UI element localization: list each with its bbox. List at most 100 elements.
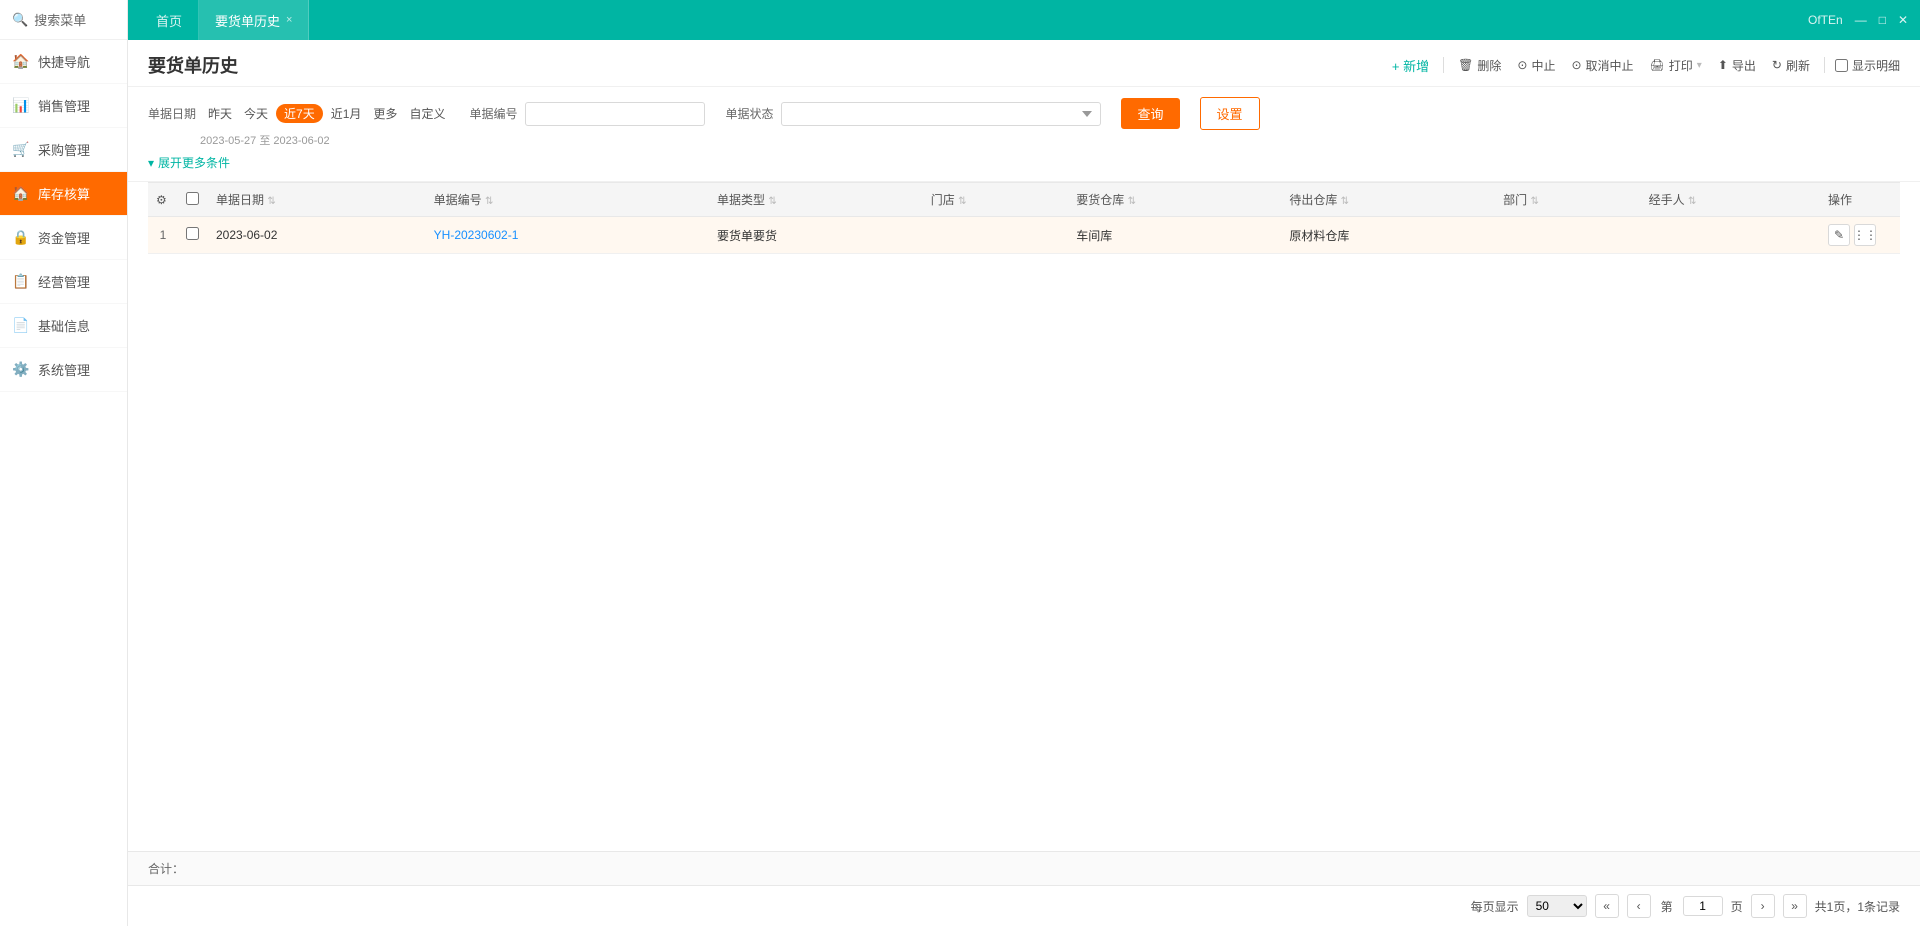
select-all-checkbox[interactable] [186, 192, 199, 205]
query-button[interactable]: 查询 [1121, 98, 1179, 129]
row-store [923, 217, 1069, 254]
sort-doc-date-icon: ⇅ [267, 196, 275, 207]
row-pending-warehouse: 原材料仓库 [1281, 217, 1495, 254]
add-button[interactable]: + 新增 [1388, 54, 1433, 77]
status-filter-group: 单据状态 [725, 102, 1101, 126]
sort-handler-icon: ⇅ [1688, 196, 1696, 207]
col-handler-header[interactable]: 经手人 ⇅ [1641, 183, 1820, 217]
sidebar-search[interactable]: 🔍 搜索菜单 [0, 0, 127, 40]
date-shortcut-更多[interactable]: 更多 [369, 104, 401, 123]
page-size-select[interactable]: 50 100 200 [1527, 895, 1587, 917]
display-detail-checkbox[interactable] [1835, 59, 1848, 72]
page-title: 要货单历史 [148, 52, 238, 78]
row-department [1495, 217, 1641, 254]
sidebar-item-basic-info[interactable]: 📄 基础信息 [0, 304, 127, 348]
row-doc-no: YH-20230602-1 [426, 217, 709, 254]
cancel-suspend-icon: ⊙ [1571, 58, 1581, 72]
close-btn[interactable]: ✕ [1898, 13, 1908, 27]
print-icon: 🖨 [1650, 58, 1665, 72]
sidebar-label-purchase: 采购管理 [38, 140, 90, 159]
date-shortcut-自定义[interactable]: 自定义 [405, 104, 449, 123]
date-shortcut-近1月[interactable]: 近1月 [327, 104, 366, 123]
settings-button[interactable]: 设置 [1200, 97, 1260, 130]
expand-icon: ▾ [148, 156, 154, 170]
search-icon: 🔍 [12, 12, 28, 28]
sidebar-label-finance: 资金管理 [38, 228, 90, 247]
summary-label: 合计： [148, 860, 184, 877]
col-doc-date-header[interactable]: 单据日期 ⇅ [208, 183, 426, 217]
minimize-btn[interactable]: — [1855, 13, 1867, 27]
maximize-btn[interactable]: □ [1879, 13, 1886, 27]
sort-doc-type-icon: ⇅ [768, 196, 776, 207]
date-range-display: 2023-05-27 至 2023-06-02 [200, 135, 330, 147]
tab-label-home: 首页 [156, 11, 182, 30]
doc-no-link[interactable]: YH-20230602-1 [434, 228, 519, 242]
row-detail-btn[interactable]: ⋮⋮ [1854, 224, 1876, 246]
filter-row-1: 单据日期 昨天今天近7天近1月更多自定义 单据编号 单据状态 查询 设置 [148, 97, 1900, 130]
sidebar-item-finance[interactable]: 🔒资金管理 [0, 216, 127, 260]
row-index: 1 [148, 217, 178, 254]
tab-close-requisition-history[interactable]: × [286, 14, 292, 26]
row-handler [1641, 217, 1820, 254]
col-store-header[interactable]: 门店 ⇅ [923, 183, 1069, 217]
content-area: 要货单历史 + 新增 🗑 删除 ⊙ 中止 ⊙ 取消中止 🖨 打 [128, 40, 1920, 926]
date-filter-label: 单据日期 [148, 105, 196, 122]
page-label: 第 [1661, 898, 1673, 915]
col-req-warehouse-header[interactable]: 要货仓库 ⇅ [1068, 183, 1281, 217]
row-checkbox-cell [178, 217, 208, 254]
row-doc-date: 2023-06-02 [208, 217, 426, 254]
sidebar-label-basic-info: 基础信息 [38, 316, 90, 335]
sidebar-item-sales[interactable]: 📊销售管理 [0, 84, 127, 128]
doc-no-filter-group: 单据编号 [469, 102, 705, 126]
display-detail-toggle[interactable]: 显示明细 [1835, 57, 1900, 74]
page-number-input[interactable] [1683, 896, 1723, 916]
date-filter-group: 单据日期 昨天今天近7天近1月更多自定义 [148, 104, 449, 123]
sidebar-item-quick-nav[interactable]: 🏠快捷导航 [0, 40, 127, 84]
doc-no-input[interactable] [525, 102, 705, 126]
col-pending-warehouse-header[interactable]: 待出仓库 ⇅ [1281, 183, 1495, 217]
refresh-button[interactable]: ↻ 刷新 [1768, 55, 1814, 76]
tab-home[interactable]: 首页 [140, 0, 199, 40]
sidebar-item-operations[interactable]: 📋经营管理 [0, 260, 127, 304]
export-icon: ⬆ [1718, 58, 1728, 72]
sidebar-icon-quick-nav: 🏠 [12, 53, 30, 71]
topbar: 首页要货单历史 × OfTEn — □ ✕ [128, 0, 1920, 40]
filter-area: 单据日期 昨天今天近7天近1月更多自定义 单据编号 单据状态 查询 设置 [128, 87, 1920, 182]
status-select[interactable] [781, 102, 1101, 126]
col-actions-header: 操作 [1820, 183, 1900, 217]
tab-requisition-history[interactable]: 要货单历史 × [199, 0, 309, 40]
sidebar: 🔍 搜索菜单 🏠快捷导航📊销售管理🛒采购管理🏠库存核算🔒资金管理📋经营管理📄基础… [0, 0, 128, 926]
sort-doc-no-icon: ⇅ [485, 196, 493, 207]
first-page-btn[interactable]: « [1595, 894, 1619, 918]
delete-button[interactable]: 🗑 删除 [1454, 55, 1505, 76]
row-edit-btn[interactable]: ✎ [1828, 224, 1850, 246]
date-shortcut-昨天[interactable]: 昨天 [204, 104, 236, 123]
col-settings-header[interactable]: ⚙ [148, 183, 178, 217]
prev-page-btn[interactable]: ‹ [1627, 894, 1651, 918]
col-doc-type-header[interactable]: 单据类型 ⇅ [709, 183, 923, 217]
next-page-btn[interactable]: › [1751, 894, 1775, 918]
date-shortcuts: 昨天今天近7天近1月更多自定义 [204, 104, 449, 123]
sidebar-icon-basic-info: 📄 [12, 317, 30, 335]
print-button[interactable]: 🖨 打印 ▾ [1646, 55, 1706, 76]
date-shortcut-近7天[interactable]: 近7天 [276, 104, 323, 123]
col-doc-no-header[interactable]: 单据编号 ⇅ [426, 183, 709, 217]
col-department-header[interactable]: 部门 ⇅ [1495, 183, 1641, 217]
date-shortcut-今天[interactable]: 今天 [240, 104, 272, 123]
sidebar-item-system[interactable]: ⚙️系统管理 [0, 348, 127, 392]
cancel-suspend-button[interactable]: ⊙ 取消中止 [1567, 55, 1637, 76]
export-button[interactable]: ⬆ 导出 [1714, 55, 1760, 76]
suspend-button[interactable]: ⊙ 中止 [1513, 55, 1559, 76]
sidebar-label-inventory: 库存核算 [38, 184, 90, 203]
delete-icon: 🗑 [1458, 58, 1473, 72]
data-table: ⚙ 单据日期 ⇅ 单据编号 ⇅ 单据类型 ⇅ 门店 ⇅ 要货仓库 ⇅ 待出仓库 … [148, 182, 1900, 254]
sort-store-icon: ⇅ [958, 196, 966, 207]
sidebar-item-inventory[interactable]: 🏠库存核算 [0, 172, 127, 216]
sort-req-warehouse-icon: ⇅ [1128, 196, 1136, 207]
last-page-btn[interactable]: » [1783, 894, 1807, 918]
status-label: 单据状态 [725, 105, 773, 122]
expand-more-btn[interactable]: ▾ 展开更多条件 [148, 154, 1900, 171]
sidebar-item-purchase[interactable]: 🛒采购管理 [0, 128, 127, 172]
row-checkbox-0[interactable] [186, 227, 199, 240]
row-doc-type: 要货单要货 [709, 217, 923, 254]
